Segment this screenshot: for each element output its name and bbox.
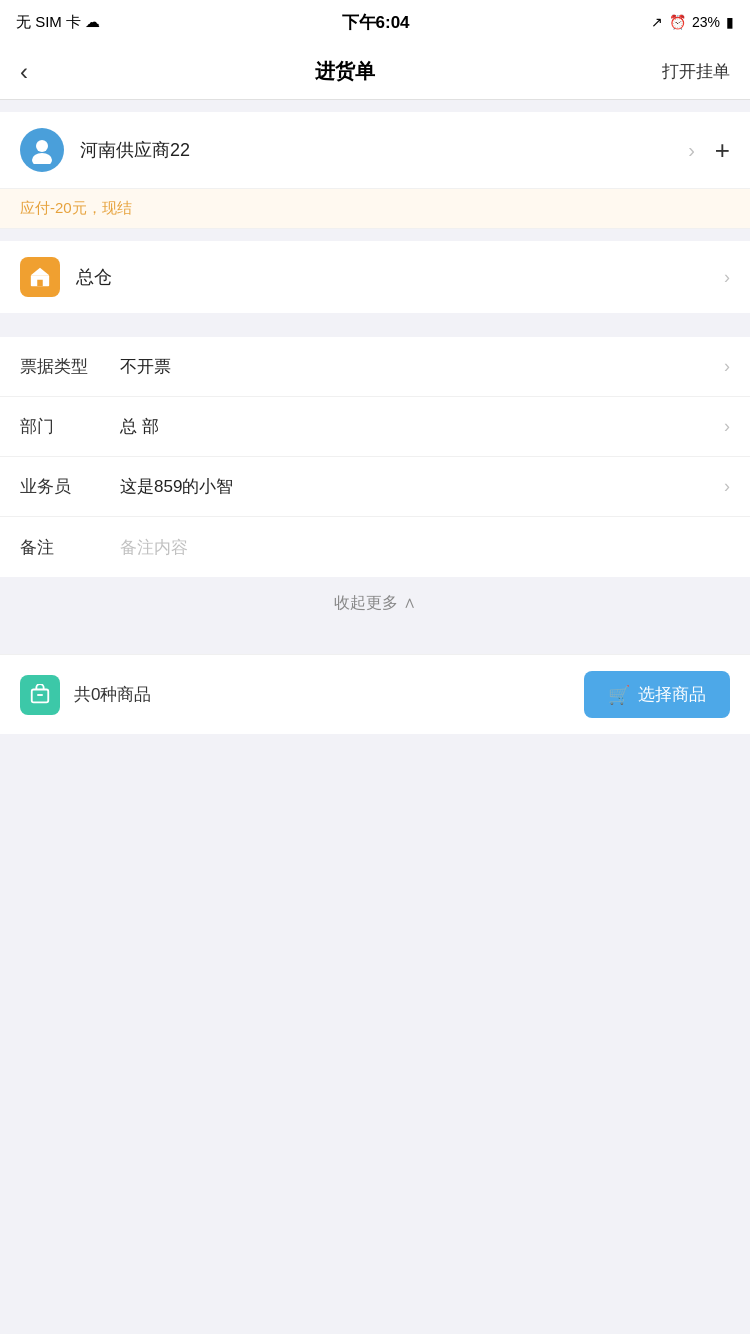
remark-label: 备注 bbox=[20, 536, 110, 559]
remark-input[interactable]: 备注内容 bbox=[110, 536, 730, 559]
section-gap-4 bbox=[0, 630, 750, 642]
svg-rect-4 bbox=[37, 280, 43, 286]
warehouse-row[interactable]: 总仓 › bbox=[0, 241, 750, 313]
supplier-avatar bbox=[20, 128, 64, 172]
warehouse-chevron-icon: › bbox=[724, 267, 730, 288]
battery-text: 23% bbox=[692, 14, 720, 30]
svg-point-1 bbox=[32, 153, 52, 164]
warehouse-section: 总仓 › bbox=[0, 241, 750, 313]
invoice-type-row[interactable]: 票据类型 不开票 › bbox=[0, 337, 750, 397]
warehouse-svg-icon bbox=[29, 266, 51, 288]
department-label: 部门 bbox=[20, 415, 110, 438]
product-icon bbox=[20, 675, 60, 715]
page-title: 进货单 bbox=[315, 58, 375, 85]
location-icon: ↗ bbox=[651, 14, 663, 30]
status-bar: 无 SIM 卡 ☁ 下午6:04 ↗ ⏰ 23% ▮ bbox=[0, 0, 750, 44]
salesperson-label: 业务员 bbox=[20, 475, 110, 498]
warehouse-name: 总仓 bbox=[76, 265, 724, 289]
invoice-type-value: 不开票 bbox=[110, 355, 724, 378]
avatar-icon bbox=[28, 136, 56, 164]
salesperson-value: 这是859的小智 bbox=[110, 475, 724, 498]
status-left: 无 SIM 卡 ☁ bbox=[16, 13, 100, 32]
open-pending-button[interactable]: 打开挂单 bbox=[662, 60, 730, 83]
alarm-icon: ⏰ bbox=[669, 14, 686, 30]
section-gap-3 bbox=[0, 313, 750, 325]
department-value: 总 部 bbox=[110, 415, 724, 438]
salesperson-row[interactable]: 业务员 这是859的小智 › bbox=[0, 457, 750, 517]
section-gap-2 bbox=[0, 229, 750, 241]
collapse-label: 收起更多 ∧ bbox=[334, 594, 415, 611]
supplier-section: 河南供应商22 › + 应付-20元，现结 bbox=[0, 112, 750, 229]
notice-bar: 应付-20元，现结 bbox=[0, 189, 750, 229]
remark-row[interactable]: 备注 备注内容 bbox=[0, 517, 750, 577]
svg-point-0 bbox=[36, 140, 48, 152]
supplier-name: 河南供应商22 bbox=[80, 138, 688, 162]
department-row[interactable]: 部门 总 部 › bbox=[0, 397, 750, 457]
product-svg-icon bbox=[29, 684, 51, 706]
notice-text: 应付-20元，现结 bbox=[20, 199, 132, 216]
status-time: 下午6:04 bbox=[342, 11, 410, 34]
svg-marker-3 bbox=[31, 268, 49, 275]
add-supplier-button[interactable]: + bbox=[715, 135, 730, 166]
page-container: 无 SIM 卡 ☁ 下午6:04 ↗ ⏰ 23% ▮ ‹ 进货单 打开挂单 河南… bbox=[0, 0, 750, 1334]
battery-icon: ▮ bbox=[726, 14, 734, 30]
back-button[interactable]: ‹ bbox=[20, 58, 28, 86]
select-product-label: 选择商品 bbox=[638, 683, 706, 706]
invoice-type-chevron-icon: › bbox=[724, 356, 730, 377]
bottom-bar: 共0种商品 🛒 选择商品 bbox=[0, 654, 750, 734]
supplier-chevron-icon: › bbox=[688, 139, 695, 162]
product-count: 共0种商品 bbox=[74, 683, 584, 706]
supplier-row[interactable]: 河南供应商22 › + bbox=[0, 112, 750, 189]
nav-bar: ‹ 进货单 打开挂单 bbox=[0, 44, 750, 100]
department-chevron-icon: › bbox=[724, 416, 730, 437]
salesperson-chevron-icon: › bbox=[724, 476, 730, 497]
collapse-bar[interactable]: 收起更多 ∧ bbox=[0, 577, 750, 630]
form-section: 票据类型 不开票 › 部门 总 部 › 业务员 这是859的小智 › 备注 备注… bbox=[0, 337, 750, 577]
status-right: ↗ ⏰ 23% ▮ bbox=[651, 14, 734, 30]
select-product-icon: 🛒 bbox=[608, 684, 630, 706]
select-product-button[interactable]: 🛒 选择商品 bbox=[584, 671, 730, 718]
warehouse-icon bbox=[20, 257, 60, 297]
invoice-type-label: 票据类型 bbox=[20, 355, 110, 378]
section-gap-1 bbox=[0, 100, 750, 112]
